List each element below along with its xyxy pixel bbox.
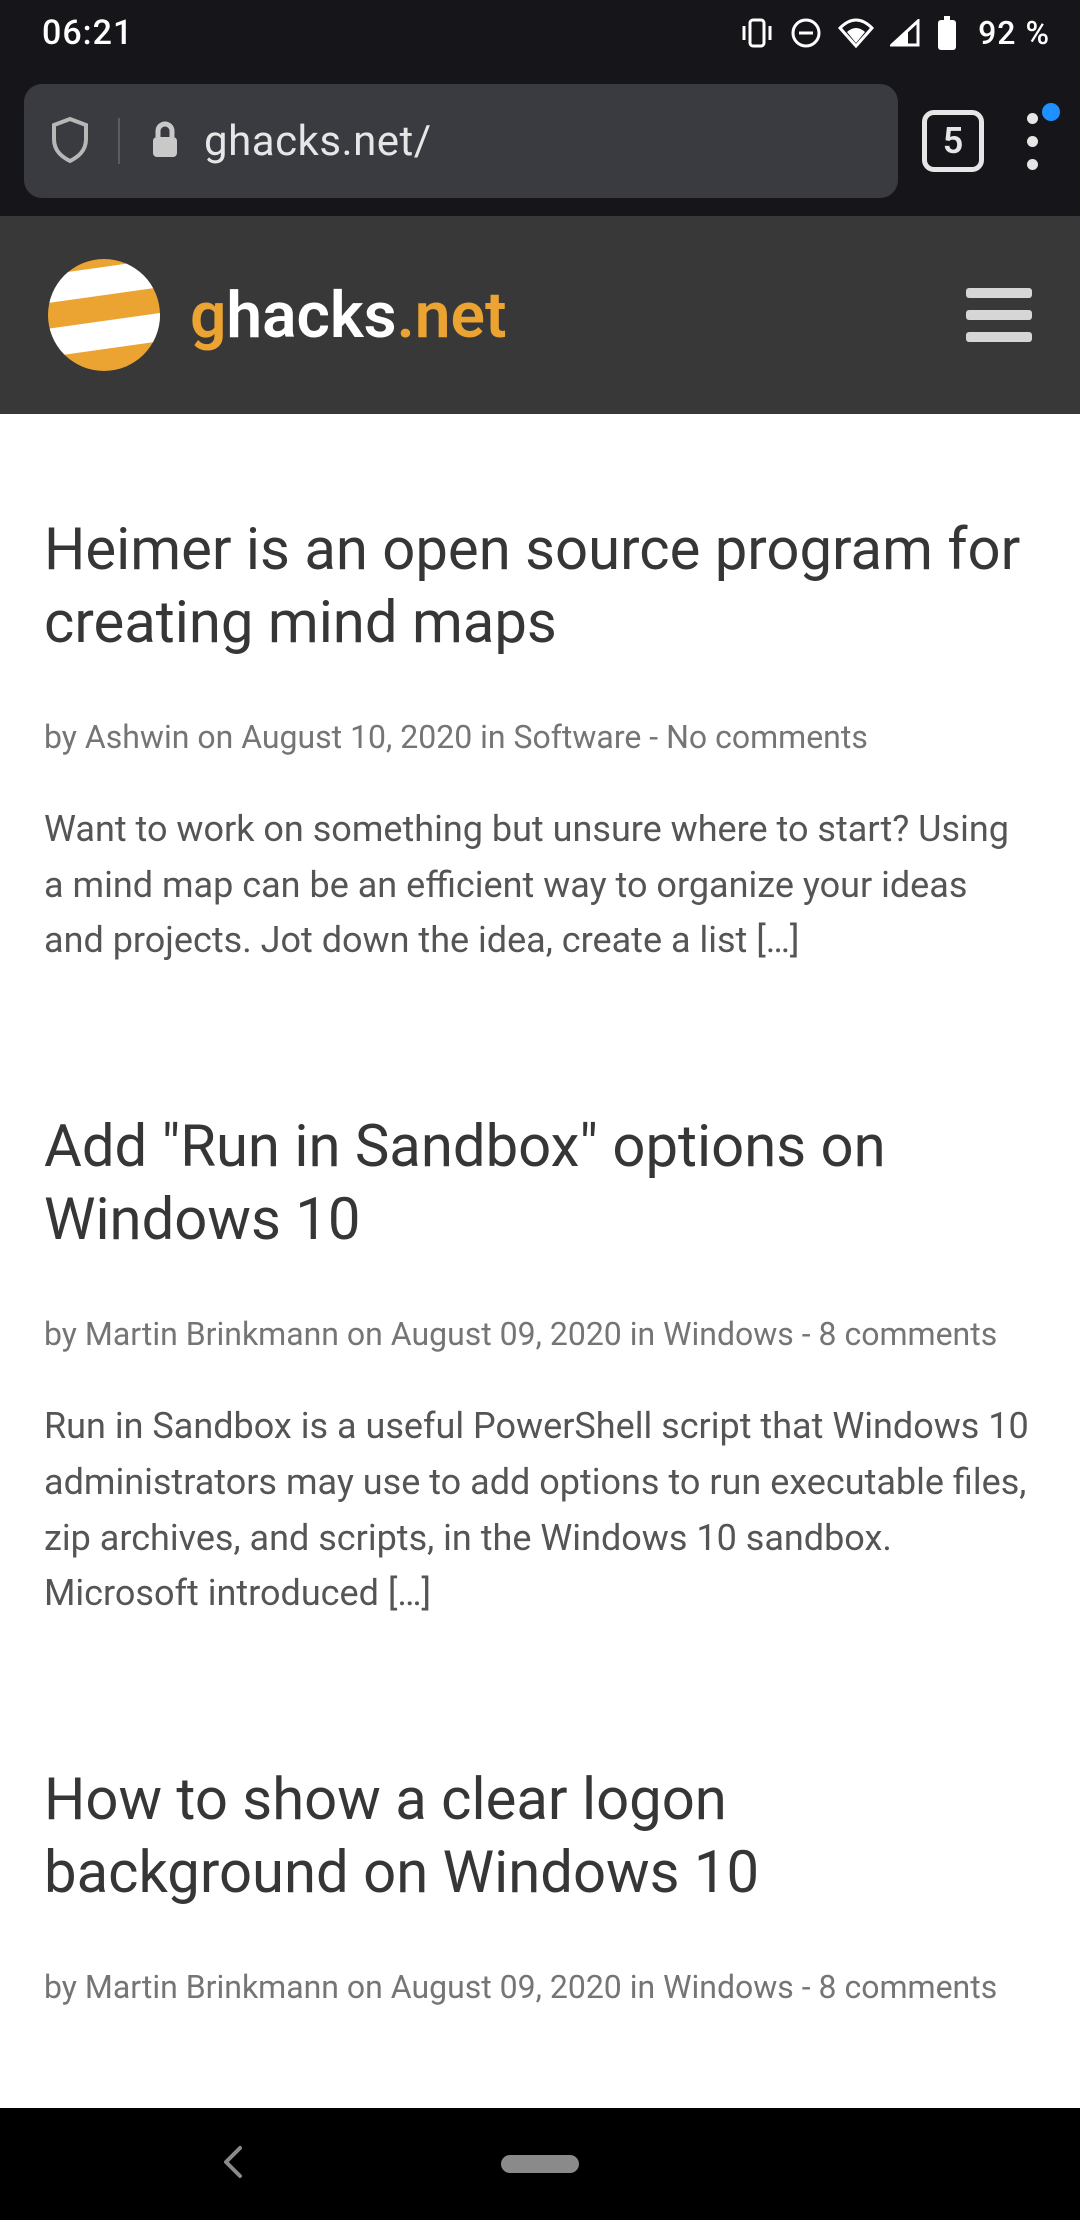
category-link[interactable]: Windows [663,1315,794,1353]
article-title[interactable]: Add "Run in Sandbox" options on Windows … [44,1111,1036,1256]
home-pill[interactable] [501,2155,579,2173]
more-vert-icon [1027,113,1038,170]
author-link[interactable]: Martin Brinkmann [85,1315,339,1353]
wifi-icon [838,18,874,48]
status-bar: 06:21 92 % [0,0,1080,66]
tab-count-value: 5 [943,120,964,162]
article-title[interactable]: Heimer is an open source program for cre… [44,514,1036,659]
system-nav-bar [0,2108,1080,2220]
browser-menu-button[interactable] [1008,113,1056,170]
comments-link[interactable]: No comments [666,718,868,756]
article-title[interactable]: How to show a clear logon background on … [44,1764,1036,1909]
article-item: Add "Run in Sandbox" options on Windows … [44,1111,1036,1622]
article-date: August 09, 2020 [391,1315,622,1353]
brand-letter-g: g [190,278,226,353]
article-excerpt: Run in Sandbox is a useful PowerShell sc… [44,1399,1036,1622]
vibrate-icon [740,18,774,48]
article-item: Heimer is an open source program for cre… [44,514,1036,969]
site-logo-icon[interactable] [48,259,160,371]
back-icon[interactable] [220,2144,248,2184]
article-item: How to show a clear logon background on … [44,1764,1036,2010]
dnd-icon [790,17,822,49]
tab-count-button[interactable]: 5 [922,110,984,172]
url-text: ghacks.net/ [204,117,432,166]
article-byline: by Martin Brinkmann on August 09, 2020 i… [44,1312,1036,1357]
article-excerpt: Want to work on something but unsure whe… [44,802,1036,969]
status-time: 06:21 [42,13,133,53]
battery-percent: 92 % [978,14,1050,52]
site-header: ghacks.net [0,216,1080,414]
comments-link[interactable]: 8 comments [819,1968,998,2006]
browser-toolbar: ghacks.net/ 5 [0,66,1080,216]
brand-hacks: hacks [226,278,396,353]
shield-icon[interactable] [50,115,90,167]
article-byline: by Martin Brinkmann on August 09, 2020 i… [44,1965,1036,2010]
article-date: August 09, 2020 [391,1968,622,2006]
brand-dot: . [397,278,415,353]
hamburger-icon [966,288,1032,298]
author-link[interactable]: Martin Brinkmann [85,1968,339,2006]
url-bar[interactable]: ghacks.net/ [24,84,898,198]
site-brand[interactable]: ghacks.net [190,278,936,353]
category-link[interactable]: Software [514,718,642,756]
article-byline: by Ashwin on August 10, 2020 in Software… [44,715,1036,760]
brand-net: net [415,278,507,353]
comments-link[interactable]: 8 comments [819,1315,998,1353]
article-date: August 10, 2020 [241,718,472,756]
lock-icon [148,119,182,163]
status-icons: 92 % [740,14,1050,52]
urlbar-divider [118,118,120,164]
battery-icon [936,16,958,50]
page-content: Heimer is an open source program for cre… [0,414,1080,2108]
signal-icon [890,19,920,47]
author-link[interactable]: Ashwin [85,718,190,756]
menu-button[interactable] [966,288,1032,342]
category-link[interactable]: Windows [663,1968,794,2006]
notification-dot-icon [1042,103,1060,121]
